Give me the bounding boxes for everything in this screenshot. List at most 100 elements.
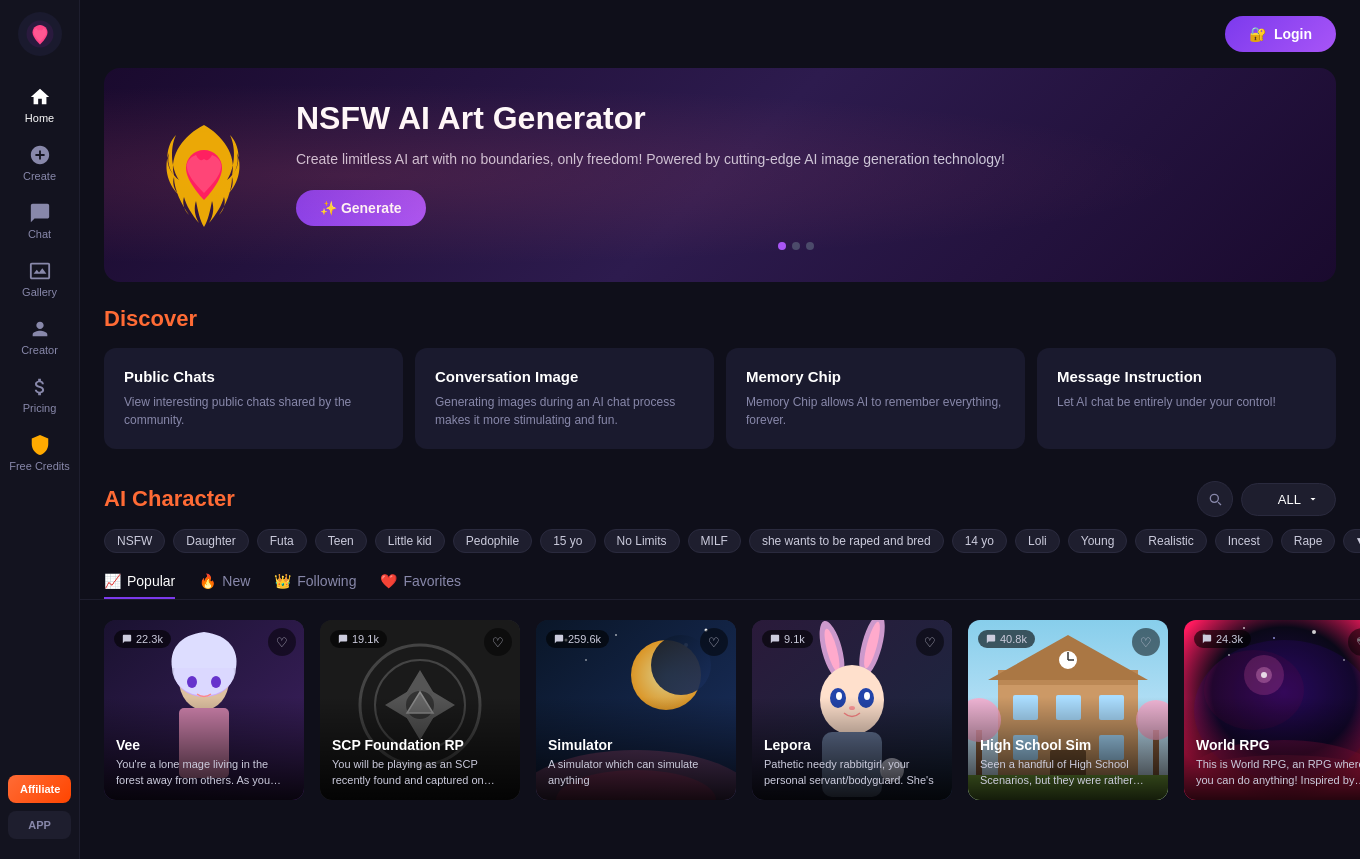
filter-button[interactable]: ALL [1241, 483, 1336, 516]
char-card-image-scp: 19.1k ♡ SCP Foundation RP You will be pl… [320, 620, 520, 800]
sidebar-item-gallery[interactable]: Gallery [0, 250, 79, 308]
sidebar-item-creator[interactable]: Creator [0, 308, 79, 366]
tab-new-icon: 🔥 [199, 573, 216, 589]
tab-favorites[interactable]: ❤️ Favorites [380, 565, 461, 599]
discover-card-public-chats[interactable]: Public Chats View interesting public cha… [104, 348, 403, 449]
sidebar-logo[interactable] [18, 12, 62, 56]
discover-card-title: Public Chats [124, 368, 383, 385]
tags-row: NSFW Daughter Futa Teen Little kid Pedop… [80, 529, 1360, 553]
tag-15yo[interactable]: 15 yo [540, 529, 595, 553]
discover-card-conversation-image[interactable]: Conversation Image Generating images dur… [415, 348, 714, 449]
sidebar-item-create[interactable]: Create [0, 134, 79, 192]
tag-she-wants[interactable]: she wants to be raped and bred [749, 529, 944, 553]
topbar: 🔐 Login [80, 0, 1360, 68]
tag-loli[interactable]: Loli [1015, 529, 1060, 553]
discover-card-desc: Let AI chat be entirely under your contr… [1057, 393, 1316, 411]
char-overlay-lepora: Lepora Pathetic needy rabbitgirl, your p… [752, 697, 952, 800]
svg-point-59 [1228, 654, 1230, 656]
char-stats-lepora: 9.1k [762, 630, 813, 648]
hero-title: NSFW AI Art Generator [296, 100, 1296, 137]
tag-young[interactable]: Young [1068, 529, 1128, 553]
char-stats-highschool: 40.8k [978, 630, 1035, 648]
svg-point-14 [615, 634, 617, 636]
heart-button-highschool[interactable]: ♡ [1132, 628, 1160, 656]
svg-point-66 [1261, 672, 1267, 678]
carousel-dot-3[interactable] [806, 242, 814, 250]
char-stats-vee: 22.3k [114, 630, 171, 648]
char-overlay-highschool: High School Sim Seen a handful of High S… [968, 697, 1168, 800]
char-stats-scp: 19.1k [330, 630, 387, 648]
discover-card-message-instruction[interactable]: Message Instruction Let AI chat be entir… [1037, 348, 1336, 449]
tag-incest[interactable]: Incest [1215, 529, 1273, 553]
discover-card-title: Conversation Image [435, 368, 694, 385]
character-card-highschool[interactable]: 40.8k ♡ High School Sim Seen a handful o… [968, 620, 1168, 800]
tag-pedophile[interactable]: Pedophile [453, 529, 532, 553]
sidebar-item-free-credits[interactable]: Free Credits [0, 424, 79, 482]
character-cards-row: 22.3k ♡ Vee You're a lone mage living in… [80, 620, 1360, 800]
discover-title: Discover [80, 306, 1360, 332]
tag-realistic[interactable]: Realistic [1135, 529, 1206, 553]
character-card-scp[interactable]: 19.1k ♡ SCP Foundation RP You will be pl… [320, 620, 520, 800]
heart-button-vee[interactable]: ♡ [268, 628, 296, 656]
heart-button-simulator[interactable]: ♡ [700, 628, 728, 656]
tab-popular[interactable]: 📈 Popular [104, 565, 175, 599]
svg-point-60 [1343, 659, 1345, 661]
discover-card-title: Message Instruction [1057, 368, 1316, 385]
heart-button-scp[interactable]: ♡ [484, 628, 512, 656]
discover-card-memory-chip[interactable]: Memory Chip Memory Chip allows AI to rem… [726, 348, 1025, 449]
carousel-dot-2[interactable] [792, 242, 800, 250]
heart-button-lepora[interactable]: ♡ [916, 628, 944, 656]
sidebar-bottom: Affiliate APP [0, 775, 79, 847]
search-button[interactable] [1197, 481, 1233, 517]
sidebar-item-chat[interactable]: Chat [0, 192, 79, 250]
tag-daughter[interactable]: Daughter [173, 529, 248, 553]
svg-point-6 [187, 676, 197, 688]
tag-milf[interactable]: MILF [688, 529, 741, 553]
discover-card-desc: View interesting public chats shared by … [124, 393, 383, 429]
hero-text: NSFW AI Art Generator Create limitless A… [296, 100, 1296, 250]
tag-rape[interactable]: Rape [1281, 529, 1336, 553]
login-button[interactable]: 🔐 Login [1225, 16, 1336, 52]
sidebar-item-home[interactable]: Home [0, 76, 79, 134]
tag-no-limits[interactable]: No Limits [604, 529, 680, 553]
tab-new[interactable]: 🔥 New [199, 565, 250, 599]
tag-14yo[interactable]: 14 yo [952, 529, 1007, 553]
character-card-worldrpg[interactable]: 24.3k ♡ World RPG This is World RPG, an … [1184, 620, 1360, 800]
char-card-image-vee: 22.3k ♡ Vee You're a lone mage living in… [104, 620, 304, 800]
character-card-lepora[interactable]: 9.1k ♡ Lepora Pathetic needy rabbitgirl,… [752, 620, 952, 800]
char-overlay-vee: Vee You're a lone mage living in the for… [104, 697, 304, 800]
tab-popular-icon: 📈 [104, 573, 121, 589]
affiliate-button[interactable]: Affiliate [8, 775, 71, 803]
discover-card-desc: Memory Chip allows AI to remember everyt… [746, 393, 1005, 429]
discover-card-desc: Generating images during an AI chat proc… [435, 393, 694, 429]
char-card-image-lepora: 9.1k ♡ Lepora Pathetic needy rabbitgirl,… [752, 620, 952, 800]
character-card-simulator[interactable]: 259.6k ♡ Simulator A simulator which can… [536, 620, 736, 800]
tab-favorites-icon: ❤️ [380, 573, 397, 589]
sidebar: Home Create Chat Gallery Creator Pricing… [0, 0, 80, 859]
hero-icon [144, 115, 264, 235]
tag-nsfw[interactable]: NSFW [104, 529, 165, 553]
character-card-vee[interactable]: 22.3k ♡ Vee You're a lone mage living in… [104, 620, 304, 800]
ai-character-title: AI Character [104, 486, 235, 512]
app-button[interactable]: APP [8, 811, 71, 839]
char-overlay-worldrpg: World RPG This is World RPG, an RPG wher… [1184, 697, 1360, 800]
tab-following[interactable]: 👑 Following [274, 565, 356, 599]
tag-little-kid[interactable]: Little kid [375, 529, 445, 553]
tag-futa[interactable]: Futa [257, 529, 307, 553]
svg-point-56 [1243, 627, 1245, 629]
tag-more-button[interactable]: ▼ [1343, 529, 1360, 553]
svg-point-7 [211, 676, 221, 688]
generate-button[interactable]: ✨ Generate [296, 190, 426, 226]
discover-grid: Public Chats View interesting public cha… [80, 348, 1360, 449]
char-card-image-highschool: 40.8k ♡ High School Sim Seen a handful o… [968, 620, 1168, 800]
main-content: 🔐 Login NSFW AI Art Generator Create lim… [80, 0, 1360, 859]
tag-teen[interactable]: Teen [315, 529, 367, 553]
sidebar-item-pricing[interactable]: Pricing [0, 366, 79, 424]
hero-banner: NSFW AI Art Generator Create limitless A… [104, 68, 1336, 282]
hero-description: Create limitless AI art with no boundari… [296, 149, 1296, 170]
svg-point-17 [585, 659, 587, 661]
char-overlay-simulator: Simulator A simulator which can simulate… [536, 697, 736, 800]
tabs-row: 📈 Popular 🔥 New 👑 Following ❤️ Favorites [80, 565, 1360, 600]
char-stats-worldrpg: 24.3k [1194, 630, 1251, 648]
carousel-dot-1[interactable] [778, 242, 786, 250]
